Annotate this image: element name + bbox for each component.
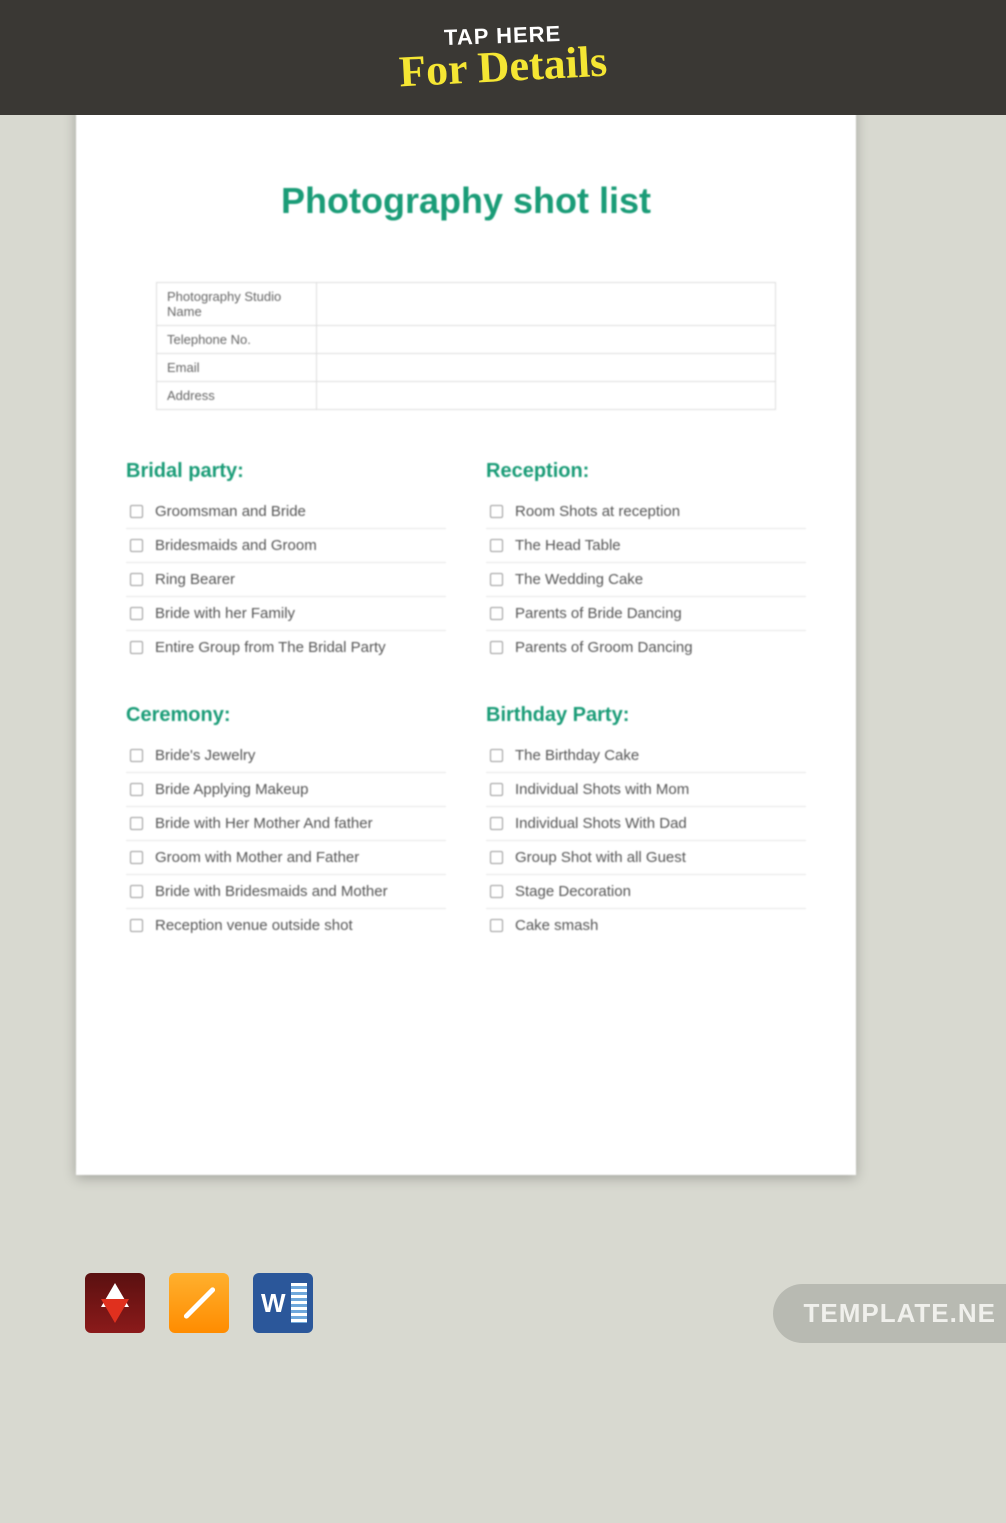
checkbox-icon[interactable]: [130, 539, 143, 552]
checkbox-icon[interactable]: [130, 851, 143, 864]
checklist-item: Bride with Bridesmaids and Mother: [126, 875, 446, 909]
checkbox-icon[interactable]: [130, 573, 143, 586]
pages-icon[interactable]: [169, 1273, 229, 1333]
checklist-item: Group Shot with all Guest: [486, 841, 806, 875]
checkbox-icon[interactable]: [490, 607, 503, 620]
checklist-item: Ring Bearer: [126, 563, 446, 597]
document-title: Photography shot list: [106, 180, 826, 222]
checklist-item-label: The Wedding Cake: [515, 571, 643, 588]
file-format-icons: [85, 1273, 313, 1333]
checkbox-icon[interactable]: [490, 505, 503, 518]
info-table: Photography Studio NameTelephone No.Emai…: [156, 282, 776, 410]
info-value[interactable]: [317, 354, 776, 382]
checklist-item-label: Bride with Bridesmaids and Mother: [155, 883, 388, 900]
checkbox-icon[interactable]: [130, 783, 143, 796]
info-value[interactable]: [317, 382, 776, 410]
checklist-item-label: Entire Group from The Bridal Party: [155, 639, 386, 656]
checklist-item: Cake smash: [486, 909, 806, 942]
checklist-item: The Wedding Cake: [486, 563, 806, 597]
checklist-item-label: Parents of Groom Dancing: [515, 639, 693, 656]
info-row: Address: [157, 382, 776, 410]
checklist-item-label: Ring Bearer: [155, 571, 235, 588]
checklist-item: Parents of Bride Dancing: [486, 597, 806, 631]
checklist-item-label: Bride with Her Mother And father: [155, 815, 373, 832]
checkbox-icon[interactable]: [490, 817, 503, 830]
section-title: Reception:: [486, 460, 806, 483]
checklist-item: Bride with Her Mother And father: [126, 807, 446, 841]
checkbox-icon[interactable]: [490, 641, 503, 654]
checklist-item: Parents of Groom Dancing: [486, 631, 806, 664]
checklist-item: Room Shots at reception: [486, 495, 806, 529]
left-column: Bridal party: Groomsman and Bride Bridesma…: [126, 460, 446, 982]
checklist-item-label: Individual Shots with Mom: [515, 781, 689, 798]
checklist-item: Bride with her Family: [126, 597, 446, 631]
checklist-item-label: Groom with Mother and Father: [155, 849, 359, 866]
checkbox-icon[interactable]: [490, 851, 503, 864]
info-row: Photography Studio Name: [157, 283, 776, 326]
checklist-item-label: The Birthday Cake: [515, 747, 639, 764]
checklist-item-label: Stage Decoration: [515, 883, 631, 900]
checklist-item: Stage Decoration: [486, 875, 806, 909]
checkbox-icon[interactable]: [490, 573, 503, 586]
checklist-item-label: Group Shot with all Guest: [515, 849, 686, 866]
checkbox-icon[interactable]: [130, 817, 143, 830]
checkbox-icon[interactable]: [130, 749, 143, 762]
checklist-item-label: Groomsman and Bride: [155, 503, 306, 520]
checklist-item: Groomsman and Bride: [126, 495, 446, 529]
for-details-text: For Details: [398, 36, 609, 98]
section-title: Birthday Party:: [486, 704, 806, 727]
checkbox-icon[interactable]: [490, 919, 503, 932]
pdf-icon[interactable]: [85, 1273, 145, 1333]
checklist-item-label: The Head Table: [515, 537, 621, 554]
checklist-item: Individual Shots with Mom: [486, 773, 806, 807]
info-label: Telephone No.: [157, 326, 317, 354]
top-banner[interactable]: TAP HERE For Details: [0, 0, 1006, 115]
section-title: Bridal party:: [126, 460, 446, 483]
checkbox-icon[interactable]: [490, 539, 503, 552]
checklist-columns: Bridal party: Groomsman and Bride Bridesma…: [106, 460, 826, 982]
info-row: Email: [157, 354, 776, 382]
checklist-item: The Head Table: [486, 529, 806, 563]
checklist-item: Bridesmaids and Groom: [126, 529, 446, 563]
checklist-item: Entire Group from The Bridal Party: [126, 631, 446, 664]
checkbox-icon[interactable]: [130, 505, 143, 518]
checkbox-icon[interactable]: [490, 885, 503, 898]
checklist-item-label: Parents of Bride Dancing: [515, 605, 682, 622]
checklist-item: Individual Shots With Dad: [486, 807, 806, 841]
checklist-item: The Birthday Cake: [486, 739, 806, 773]
checklist-section: Birthday Party: The Birthday Cake Individu…: [486, 704, 806, 942]
checkbox-icon[interactable]: [130, 607, 143, 620]
checklist-item-label: Room Shots at reception: [515, 503, 680, 520]
checkbox-icon[interactable]: [130, 641, 143, 654]
checklist-item: Bride Applying Makeup: [126, 773, 446, 807]
checklist-section: Ceremony: Bride's Jewelry Bride Applying M…: [126, 704, 446, 942]
watermark-badge: TEMPLATE.NE: [773, 1284, 1006, 1343]
info-label: Photography Studio Name: [157, 283, 317, 326]
checkbox-icon[interactable]: [130, 919, 143, 932]
checklist-item-label: Bride Applying Makeup: [155, 781, 308, 798]
word-icon[interactable]: [253, 1273, 313, 1333]
info-row: Telephone No.: [157, 326, 776, 354]
checkbox-icon[interactable]: [490, 783, 503, 796]
section-title: Ceremony:: [126, 704, 446, 727]
right-column: Reception: Room Shots at reception The Hea…: [486, 460, 806, 982]
checkbox-icon[interactable]: [130, 885, 143, 898]
checklist-item-label: Bride's Jewelry: [155, 747, 255, 764]
checklist-item-label: Reception venue outside shot: [155, 917, 353, 934]
checkbox-icon[interactable]: [490, 749, 503, 762]
checklist-item: Bride's Jewelry: [126, 739, 446, 773]
info-value[interactable]: [317, 326, 776, 354]
checklist-item: Reception venue outside shot: [126, 909, 446, 942]
checklist-section: Bridal party: Groomsman and Bride Bridesma…: [126, 460, 446, 664]
checklist-item: Groom with Mother and Father: [126, 841, 446, 875]
info-value[interactable]: [317, 283, 776, 326]
checklist-item-label: Cake smash: [515, 917, 598, 934]
checklist-section: Reception: Room Shots at reception The Hea…: [486, 460, 806, 664]
info-label: Email: [157, 354, 317, 382]
info-label: Address: [157, 382, 317, 410]
document-page: Photography shot list Photography Studio…: [76, 100, 856, 1175]
checklist-item-label: Bride with her Family: [155, 605, 295, 622]
checklist-item-label: Bridesmaids and Groom: [155, 537, 317, 554]
checklist-item-label: Individual Shots With Dad: [515, 815, 687, 832]
